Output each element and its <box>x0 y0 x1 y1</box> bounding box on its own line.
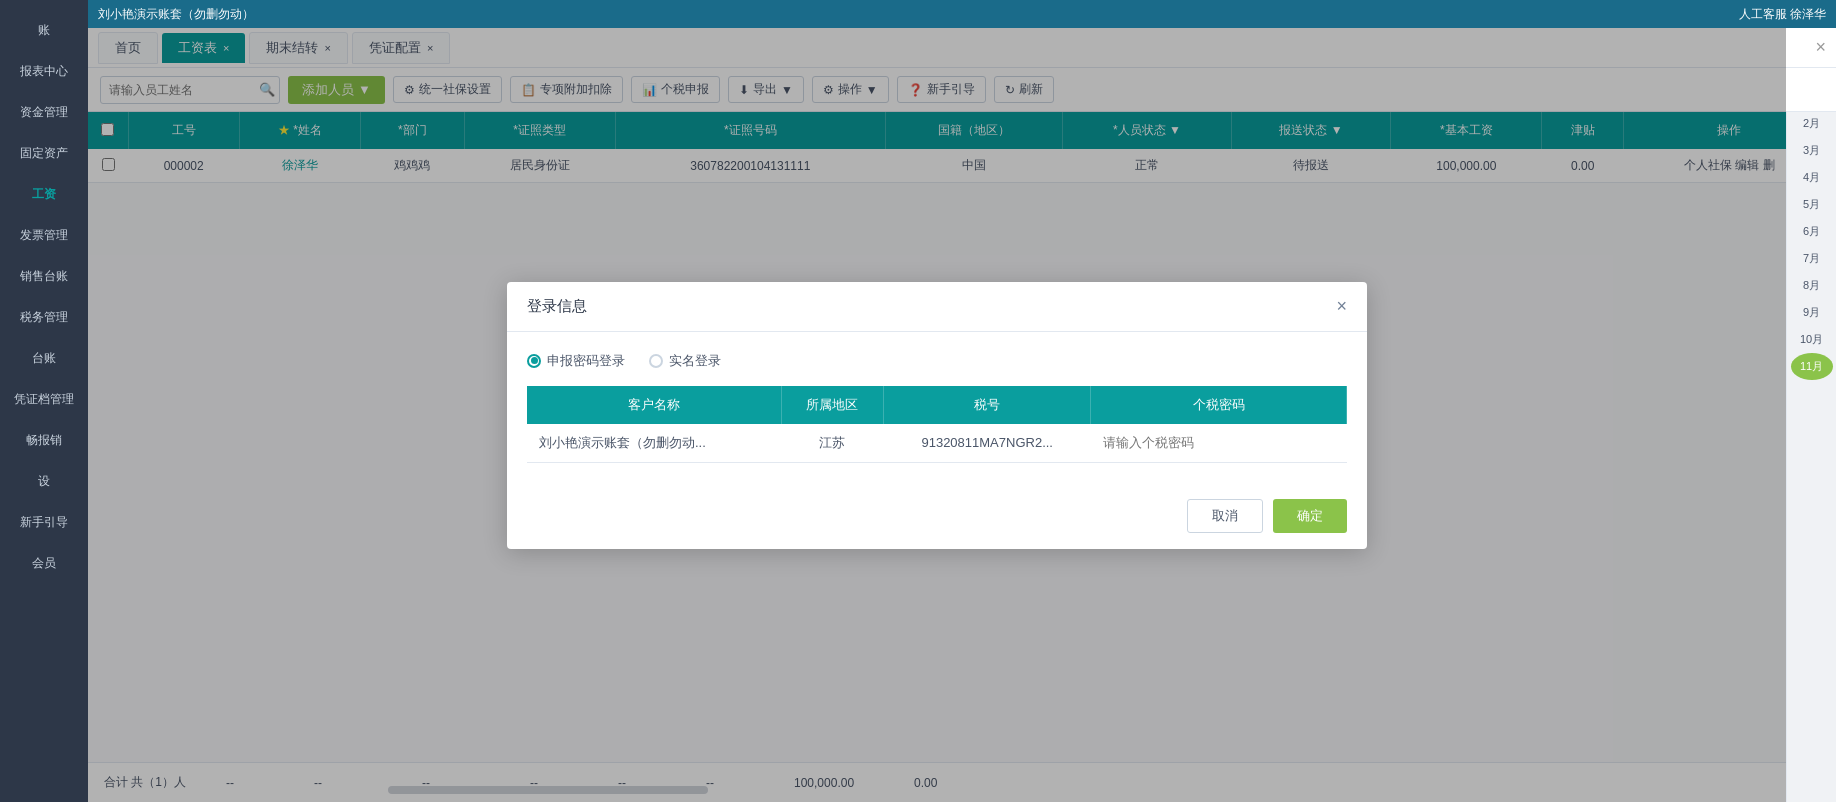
login-info-row: 刘小艳演示账套（勿删勿动... 江苏 91320811MA7NGR2... <box>527 424 1347 463</box>
col-tax-pwd: 个税密码 <box>1091 386 1347 424</box>
calendar-month-11[interactable]: 11月 <box>1791 353 1833 380</box>
dialog-body: 申报密码登录 实名登录 客户名称 所属地区 税号 个税密码 <box>507 332 1367 483</box>
radio-realname-btn[interactable] <box>649 354 663 368</box>
sidebar-item-ledger[interactable]: 台账 <box>0 338 88 379</box>
sidebar-item-invoice-mgmt[interactable]: 发票管理 <box>0 215 88 256</box>
company-name: 刘小艳演示账套（勿删勿动） <box>98 6 254 23</box>
col-region: 所属地区 <box>781 386 884 424</box>
modal-overlay: 登录信息 × 申报密码登录 实名登录 客户名称 <box>88 28 1786 802</box>
sidebar-item-settings[interactable]: 设 <box>0 461 88 502</box>
sidebar-item-guide[interactable]: 新手引导 <box>0 502 88 543</box>
tax-no-cell: 91320811MA7NGR2... <box>884 424 1091 463</box>
radio-password-login[interactable]: 申报密码登录 <box>527 352 625 370</box>
sidebar: 账 报表中心 资金管理 固定资产 工资 发票管理 销售台账 税务管理 台账 凭证… <box>0 0 88 802</box>
confirm-button[interactable]: 确定 <box>1273 499 1347 533</box>
sidebar-item-fund-mgmt[interactable]: 资金管理 <box>0 92 88 133</box>
dialog-footer: 取消 确定 <box>507 483 1367 549</box>
calendar-month-2[interactable]: 2月 <box>1791 110 1833 137</box>
sidebar-item-member[interactable]: 会员 <box>0 543 88 584</box>
region-cell: 江苏 <box>781 424 884 463</box>
topbar: 刘小艳演示账套（勿删勿动） 人工客服 徐泽华 <box>88 0 1836 28</box>
calendar-month-9[interactable]: 9月 <box>1791 299 1833 326</box>
client-name-cell: 刘小艳演示账套（勿删勿动... <box>527 424 781 463</box>
sidebar-item-sales-ledger[interactable]: 销售台账 <box>0 256 88 297</box>
calendar-month-6[interactable]: 6月 <box>1791 218 1833 245</box>
sidebar-item-account[interactable]: 账 <box>0 10 88 51</box>
tax-pwd-input[interactable] <box>1103 435 1335 450</box>
sidebar-item-expense[interactable]: 畅报销 <box>0 420 88 461</box>
col-client-name: 客户名称 <box>527 386 781 424</box>
dialog-title: 登录信息 <box>527 297 587 316</box>
dialog-header: 登录信息 × <box>507 282 1367 332</box>
sidebar-item-fixed-assets[interactable]: 固定资产 <box>0 133 88 174</box>
calendar-month-5[interactable]: 5月 <box>1791 191 1833 218</box>
dialog-close-icon[interactable]: × <box>1336 296 1347 317</box>
sidebar-item-salary[interactable]: 工资 <box>0 174 88 215</box>
col-tax-no: 税号 <box>884 386 1091 424</box>
login-dialog: 登录信息 × 申报密码登录 实名登录 客户名称 <box>507 282 1367 549</box>
sidebar-item-tax-mgmt[interactable]: 税务管理 <box>0 297 88 338</box>
login-type-radio-group: 申报密码登录 实名登录 <box>527 352 1347 370</box>
radio-realname-login[interactable]: 实名登录 <box>649 352 721 370</box>
login-info-table: 客户名称 所属地区 税号 个税密码 刘小艳演示账套（勿删勿动... 江苏 913… <box>527 386 1347 463</box>
calendar-month-8[interactable]: 8月 <box>1791 272 1833 299</box>
radio-password-btn[interactable] <box>527 354 541 368</box>
calendar-month-7[interactable]: 7月 <box>1791 245 1833 272</box>
close-main-icon[interactable]: × <box>1815 37 1826 58</box>
right-calendar-panel: 2023.11 12月 1月 2月 3月 4月 5月 6月 7月 8月 9月 1… <box>1786 28 1836 802</box>
cancel-button[interactable]: 取消 <box>1187 499 1263 533</box>
calendar-month-10[interactable]: 10月 <box>1791 326 1833 353</box>
sidebar-item-report-center[interactable]: 报表中心 <box>0 51 88 92</box>
topbar-extra: 人工客服 徐泽华 <box>1739 6 1826 23</box>
sidebar-item-voucher-archive[interactable]: 凭证档管理 <box>0 379 88 420</box>
calendar-month-4[interactable]: 4月 <box>1791 164 1833 191</box>
tax-pwd-cell[interactable] <box>1091 424 1347 463</box>
calendar-month-3[interactable]: 3月 <box>1791 137 1833 164</box>
